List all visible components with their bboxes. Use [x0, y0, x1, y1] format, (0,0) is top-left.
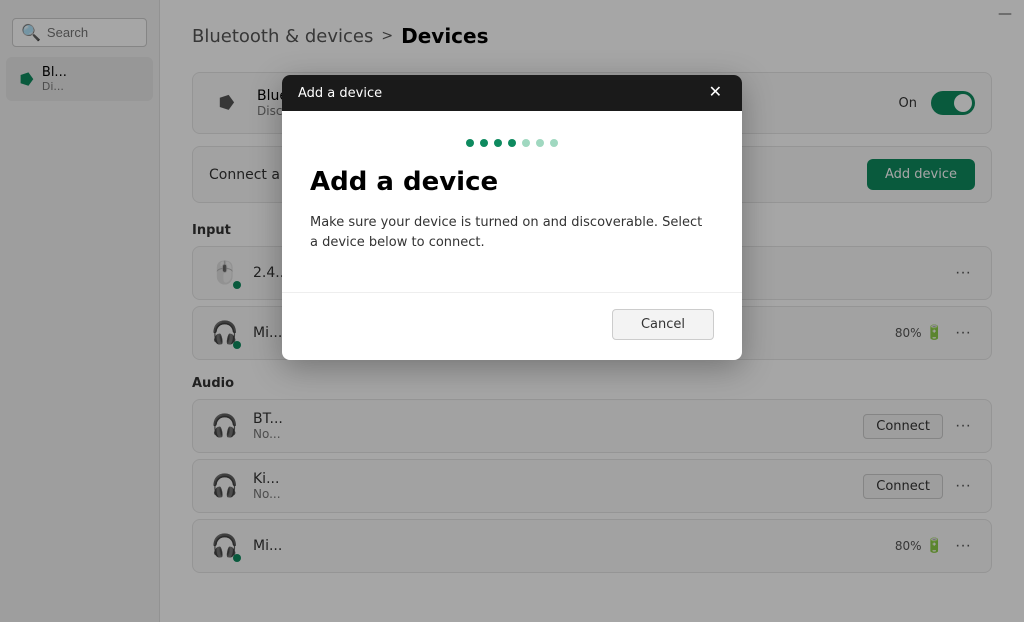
modal-body: Add a device Make sure your device is tu…	[282, 111, 742, 292]
scan-dot-6	[536, 139, 544, 147]
add-device-modal: Add a device ✕ Add a device Make sure yo…	[282, 75, 742, 360]
scan-dot-7	[550, 139, 558, 147]
modal-heading: Add a device	[310, 167, 714, 197]
scan-dot-3	[494, 139, 502, 147]
modal-description: Make sure your device is turned on and d…	[310, 213, 714, 252]
scan-dot-4	[508, 139, 516, 147]
modal-title: Add a device	[298, 86, 382, 101]
modal-close-button[interactable]: ✕	[705, 85, 726, 101]
scan-dot-5	[522, 139, 530, 147]
scanning-dots	[310, 139, 714, 147]
cancel-button[interactable]: Cancel	[612, 309, 714, 340]
scan-dot-2	[480, 139, 488, 147]
scan-dot-1	[466, 139, 474, 147]
modal-overlay: Add a device ✕ Add a device Make sure yo…	[0, 0, 1024, 622]
modal-footer: Cancel	[282, 292, 742, 360]
modal-titlebar: Add a device ✕	[282, 75, 742, 111]
